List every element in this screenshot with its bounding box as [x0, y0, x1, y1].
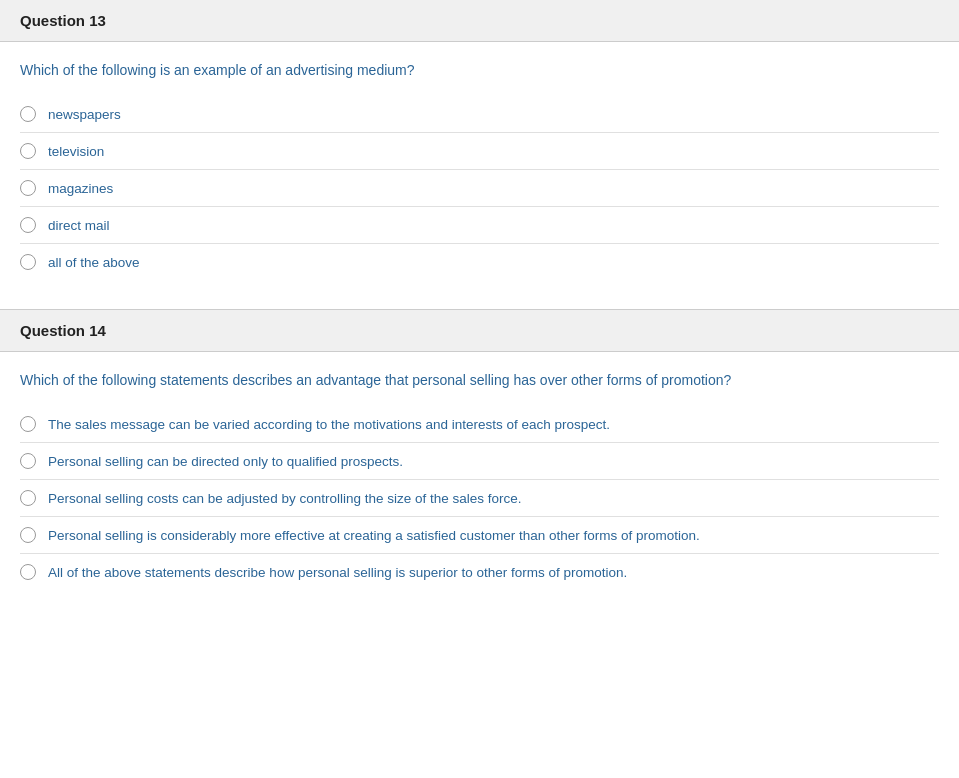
option-label-14-3: Personal selling is considerably more ef…	[48, 528, 700, 543]
radio-13-1[interactable]	[20, 143, 36, 159]
radio-14-2[interactable]	[20, 490, 36, 506]
option-row-14-4[interactable]: All of the above statements describe how…	[20, 554, 939, 590]
radio-13-0[interactable]	[20, 106, 36, 122]
question-13-header: Question 13	[0, 0, 959, 42]
radio-13-2[interactable]	[20, 180, 36, 196]
option-row-14-1[interactable]: Personal selling can be directed only to…	[20, 443, 939, 480]
option-row-13-0[interactable]: newspapers	[20, 96, 939, 133]
option-label-13-4: all of the above	[48, 255, 140, 270]
option-label-14-1: Personal selling can be directed only to…	[48, 454, 403, 469]
option-row-13-3[interactable]: direct mail	[20, 207, 939, 244]
option-row-13-2[interactable]: magazines	[20, 170, 939, 207]
option-row-13-4[interactable]: all of the above	[20, 244, 939, 280]
radio-14-1[interactable]	[20, 453, 36, 469]
question-13-number: Question 13	[20, 12, 106, 29]
option-row-13-1[interactable]: television	[20, 133, 939, 170]
option-row-14-2[interactable]: Personal selling costs can be adjusted b…	[20, 480, 939, 517]
question-13-body: Which of the following is an example of …	[0, 42, 959, 290]
option-row-14-3[interactable]: Personal selling is considerably more ef…	[20, 517, 939, 554]
radio-14-4[interactable]	[20, 564, 36, 580]
page-container: Question 13 Which of the following is an…	[0, 0, 959, 600]
option-label-13-3: direct mail	[48, 218, 110, 233]
option-label-13-1: television	[48, 144, 104, 159]
question-14-header: Question 14	[0, 310, 959, 352]
option-label-14-4: All of the above statements describe how…	[48, 565, 627, 580]
option-row-14-0[interactable]: The sales message can be varied accordin…	[20, 406, 939, 443]
option-label-14-2: Personal selling costs can be adjusted b…	[48, 491, 522, 506]
radio-14-3[interactable]	[20, 527, 36, 543]
option-label-14-0: The sales message can be varied accordin…	[48, 417, 610, 432]
question-13-text: Which of the following is an example of …	[20, 62, 939, 78]
question-block-13: Question 13 Which of the following is an…	[0, 0, 959, 310]
option-label-13-0: newspapers	[48, 107, 121, 122]
question-block-14: Question 14 Which of the following state…	[0, 310, 959, 600]
question-14-number: Question 14	[20, 322, 106, 339]
radio-14-0[interactable]	[20, 416, 36, 432]
separator-13	[0, 290, 959, 310]
radio-13-4[interactable]	[20, 254, 36, 270]
question-14-text: Which of the following statements descri…	[20, 372, 939, 388]
radio-13-3[interactable]	[20, 217, 36, 233]
option-label-13-2: magazines	[48, 181, 113, 196]
question-14-body: Which of the following statements descri…	[0, 352, 959, 600]
